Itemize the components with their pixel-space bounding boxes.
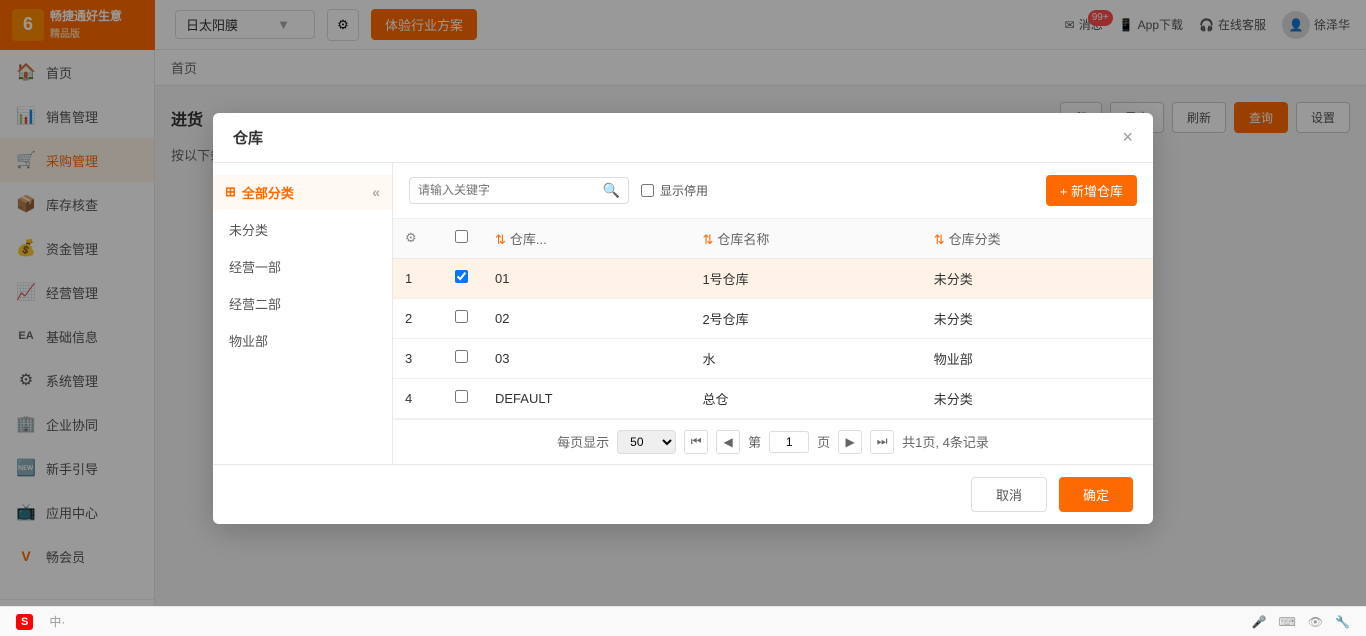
page-suffix: 页: [817, 432, 830, 451]
keyboard-icon[interactable]: ⌨: [1278, 615, 1295, 629]
row-code: 03: [483, 338, 690, 378]
search-icon[interactable]: 🔍: [603, 182, 620, 199]
modal-main: 🔍 显示停用 + 新增仓库 ⚙: [393, 163, 1153, 464]
row-checkbox[interactable]: [455, 310, 468, 323]
th-name: ⇅仓库名称: [690, 219, 921, 259]
cancel-button[interactable]: 取消: [971, 477, 1047, 512]
category-all[interactable]: ⊞ 全部分类 «: [213, 175, 392, 210]
page-first-btn[interactable]: ⏮: [684, 430, 708, 454]
add-warehouse-btn[interactable]: + 新增仓库: [1046, 175, 1137, 206]
show-disabled-checkbox[interactable]: [641, 184, 654, 197]
pagination-bar: 每页显示 50 100 ⏮ ◀ 第 页 ▶ ⏭ 共1页, 4条记录: [393, 419, 1153, 464]
table-header-row: ⚙ ⇅仓库... ⇅仓库名称 ⇅仓库分类: [393, 219, 1153, 259]
row-checkbox-cell: [443, 258, 483, 298]
row-name: 1号仓库: [690, 258, 921, 298]
mic-icon[interactable]: 🎤: [1252, 615, 1267, 629]
show-disabled-text: 显示停用: [660, 182, 708, 199]
modal-header: 仓库 ×: [213, 113, 1153, 163]
modal-actions: 取消 确定: [213, 464, 1153, 524]
warehouse-modal: 仓库 × ⊞ 全部分类 « 未分类 经营一部 经营二部 物业部: [213, 113, 1153, 524]
category-item-property[interactable]: 物业部: [213, 323, 392, 358]
th-code: ⇅仓库...: [483, 219, 690, 259]
modal-toolbar: 🔍 显示停用 + 新增仓库: [393, 163, 1153, 219]
select-all-checkbox[interactable]: [455, 230, 468, 243]
per-page-label: 每页显示: [557, 432, 609, 451]
warehouse-table: ⚙ ⇅仓库... ⇅仓库名称 ⇅仓库分类 1 01: [393, 219, 1153, 419]
row-code: 02: [483, 298, 690, 338]
per-page-select[interactable]: 50 100: [617, 430, 676, 454]
category-collapse-btn[interactable]: «: [372, 184, 380, 200]
ime-label: 中·: [49, 613, 65, 630]
settings-tray-icon[interactable]: 🔧: [1335, 615, 1350, 629]
row-category: 未分类: [922, 298, 1153, 338]
search-input[interactable]: [418, 183, 597, 197]
category-item-unclassified[interactable]: 未分类: [213, 212, 392, 247]
row-index: 1: [393, 258, 443, 298]
page-prefix: 第: [748, 432, 761, 451]
category-item-op1[interactable]: 经营一部: [213, 249, 392, 284]
page-last-btn[interactable]: ⏭: [870, 430, 894, 454]
category-all-label: 全部分类: [242, 183, 294, 202]
row-category: 物业部: [922, 338, 1153, 378]
row-checkbox-cell: [443, 338, 483, 378]
modal-body: ⊞ 全部分类 « 未分类 经营一部 经营二部 物业部 🔍: [213, 163, 1153, 464]
table-row[interactable]: 1 01 1号仓库 未分类: [393, 258, 1153, 298]
th-checkbox: [443, 219, 483, 259]
row-index: 3: [393, 338, 443, 378]
total-info: 共1页, 4条记录: [902, 432, 989, 451]
row-category: 未分类: [922, 258, 1153, 298]
table-row[interactable]: 3 03 水 物业部: [393, 338, 1153, 378]
page-number-input[interactable]: [769, 431, 809, 453]
modal-title: 仓库: [233, 127, 263, 148]
row-index: 4: [393, 378, 443, 418]
show-disabled-label[interactable]: 显示停用: [641, 182, 708, 199]
confirm-button[interactable]: 确定: [1059, 477, 1133, 512]
table-row[interactable]: 4 DEFAULT 总仓 未分类: [393, 378, 1153, 418]
modal-close-btn[interactable]: ×: [1122, 128, 1133, 146]
s-logo: S: [16, 614, 33, 630]
table-row[interactable]: 2 02 2号仓库 未分类: [393, 298, 1153, 338]
eye-icon[interactable]: 👁: [1308, 615, 1323, 629]
row-code: 01: [483, 258, 690, 298]
row-name: 总仓: [690, 378, 921, 418]
category-grid-icon: ⊞: [225, 184, 236, 200]
row-name: 2号仓库: [690, 298, 921, 338]
row-category: 未分类: [922, 378, 1153, 418]
row-checkbox[interactable]: [455, 350, 468, 363]
search-box: 🔍: [409, 177, 629, 204]
row-checkbox[interactable]: [455, 270, 468, 283]
modal-overlay: 仓库 × ⊞ 全部分类 « 未分类 经营一部 经营二部 物业部: [0, 0, 1366, 636]
category-sidebar: ⊞ 全部分类 « 未分类 经营一部 经营二部 物业部: [213, 163, 393, 464]
bottom-right-icons: 🎤 ⌨ 👁 🔧: [1252, 615, 1350, 629]
row-checkbox-cell: [443, 378, 483, 418]
row-index: 2: [393, 298, 443, 338]
row-checkbox-cell: [443, 298, 483, 338]
row-name: 水: [690, 338, 921, 378]
page-next-btn[interactable]: ▶: [838, 430, 862, 454]
row-checkbox[interactable]: [455, 390, 468, 403]
category-item-op2[interactable]: 经营二部: [213, 286, 392, 321]
page-prev-btn[interactable]: ◀: [716, 430, 740, 454]
bottom-bar: S 中· 🎤 ⌨ 👁 🔧: [0, 606, 1366, 636]
row-code: DEFAULT: [483, 378, 690, 418]
th-gear: ⚙: [393, 219, 443, 259]
th-category: ⇅仓库分类: [922, 219, 1153, 259]
